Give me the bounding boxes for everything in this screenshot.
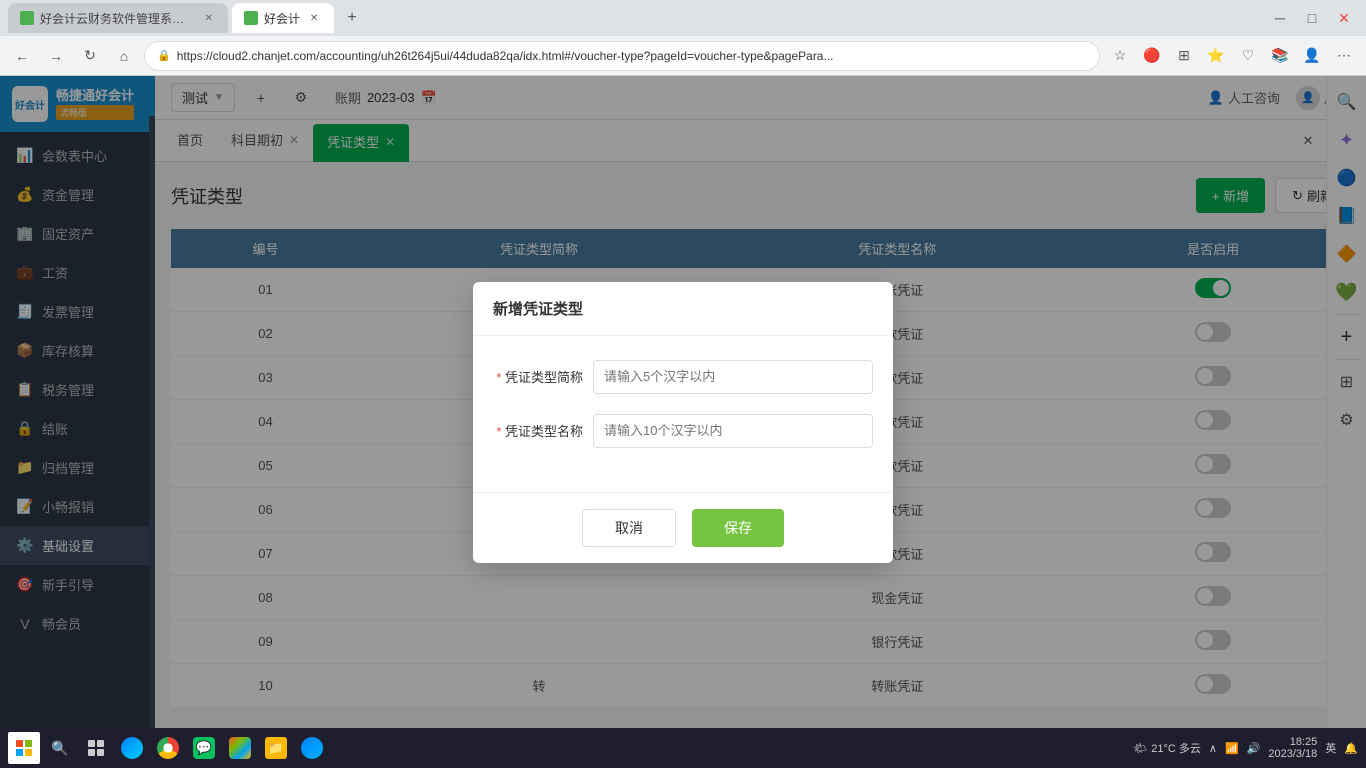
taskbar-search-button[interactable]: 🔍 xyxy=(44,732,76,764)
favorites-icon[interactable]: ♡ xyxy=(1234,42,1262,70)
chrome-icon xyxy=(157,737,179,759)
notification-icon[interactable]: 🔔 xyxy=(1344,742,1358,755)
browser-tab-1[interactable]: 好会计云财务软件管理系统_会计 ✕ xyxy=(8,3,228,33)
start-button[interactable] xyxy=(8,732,40,764)
close-button[interactable]: ✕ xyxy=(1330,4,1358,32)
address-bar: ← → ↻ ⌂ 🔒 https://cloud2.chanjet.com/acc… xyxy=(0,36,1366,76)
wechat-icon: 💬 xyxy=(193,737,215,759)
edge-icon xyxy=(121,737,143,759)
clock-time: 18:25 xyxy=(1268,736,1317,748)
modal-title: 新增凭证类型 xyxy=(493,301,583,318)
form-row-name: 凭证类型名称 xyxy=(493,414,873,448)
taskbar-store-button[interactable] xyxy=(224,732,256,764)
field-short-label: 凭证类型简称 xyxy=(493,367,593,386)
modal-overlay[interactable]: 新增凭证类型 凭证类型简称 凭证类型名称 取消 保存 xyxy=(0,76,1366,768)
url-input[interactable]: 🔒 https://cloud2.chanjet.com/accounting/… xyxy=(144,41,1100,71)
taskbar-taskview-button[interactable] xyxy=(80,732,112,764)
edge2-icon xyxy=(301,737,323,759)
taskbar-wechat-button[interactable]: 💬 xyxy=(188,732,220,764)
maximize-button[interactable]: □ xyxy=(1298,4,1326,32)
browser-tab-2[interactable]: 好会计 ✕ xyxy=(232,3,334,33)
modal-footer: 取消 保存 xyxy=(473,492,893,563)
modal-dialog: 新增凭证类型 凭证类型简称 凭证类型名称 取消 保存 xyxy=(473,282,893,563)
browser-tab-bar: 好会计云财务软件管理系统_会计 ✕ 好会计 ✕ + ─ □ ✕ xyxy=(0,0,1366,36)
cancel-button[interactable]: 取消 xyxy=(582,509,676,547)
profile-icon[interactable]: ⭐ xyxy=(1202,42,1230,70)
field-name-input[interactable] xyxy=(593,414,873,448)
language-indicator[interactable]: 英 xyxy=(1325,740,1336,756)
weather-text: 21°C 多云 xyxy=(1151,740,1201,756)
taskbar-clock: 18:25 2023/3/18 xyxy=(1268,736,1317,760)
lock-icon: 🔒 xyxy=(157,49,171,62)
taskbar-explorer-button[interactable]: 📁 xyxy=(260,732,292,764)
tab1-favicon xyxy=(20,11,34,25)
tab1-title: 好会计云财务软件管理系统_会计 xyxy=(40,10,196,27)
collections-icon[interactable]: 📚 xyxy=(1266,42,1294,70)
bookmark-icon[interactable]: ☆ xyxy=(1106,42,1134,70)
store-icon xyxy=(229,737,251,759)
tab2-title: 好会计 xyxy=(264,10,300,27)
url-text: https://cloud2.chanjet.com/accounting/uh… xyxy=(177,49,834,63)
weather-info: 🌤 21°C 多云 xyxy=(1133,740,1201,756)
taskbar: 🔍 💬 📁 🌤 21°C 多云 ∧ 📶 🔊 18:25 2023/3/18 英 xyxy=(0,728,1366,768)
user-profile-icon[interactable]: 👤 xyxy=(1298,42,1326,70)
weather-icon: 🌤 xyxy=(1133,742,1147,755)
taskbar-edge2-button[interactable] xyxy=(296,732,328,764)
modal-body: 凭证类型简称 凭证类型名称 xyxy=(473,336,893,492)
taskview-icon xyxy=(85,737,107,759)
taskbar-chevron-up[interactable]: ∧ xyxy=(1209,742,1217,755)
new-tab-button[interactable]: + xyxy=(338,4,366,32)
apps-icon[interactable]: ⊞ xyxy=(1170,42,1198,70)
extension-icon[interactable]: 🔴 xyxy=(1138,42,1166,70)
more-icon[interactable]: ⋯ xyxy=(1330,42,1358,70)
taskbar-chrome-button[interactable] xyxy=(152,732,184,764)
taskbar-edge-button[interactable] xyxy=(116,732,148,764)
save-button[interactable]: 保存 xyxy=(692,509,784,547)
taskbar-right: 🌤 21°C 多云 ∧ 📶 🔊 18:25 2023/3/18 英 🔔 xyxy=(1133,736,1358,760)
speaker-icon: 🔊 xyxy=(1247,742,1261,755)
explorer-icon: 📁 xyxy=(265,737,287,759)
tab2-favicon xyxy=(244,11,258,25)
home-button[interactable]: ⌂ xyxy=(110,42,138,70)
reload-button[interactable]: ↻ xyxy=(76,42,104,70)
field-name-label: 凭证类型名称 xyxy=(493,421,593,440)
back-button[interactable]: ← xyxy=(8,42,36,70)
field-short-input[interactable] xyxy=(593,360,873,394)
tab1-close[interactable]: ✕ xyxy=(202,10,216,26)
minimize-button[interactable]: ─ xyxy=(1266,4,1294,32)
form-row-short: 凭证类型简称 xyxy=(493,360,873,394)
forward-button[interactable]: → xyxy=(42,42,70,70)
modal-header: 新增凭证类型 xyxy=(473,282,893,336)
tab2-close[interactable]: ✕ xyxy=(306,10,322,26)
clock-date: 2023/3/18 xyxy=(1268,748,1317,760)
wifi-icon: 📶 xyxy=(1225,742,1239,755)
